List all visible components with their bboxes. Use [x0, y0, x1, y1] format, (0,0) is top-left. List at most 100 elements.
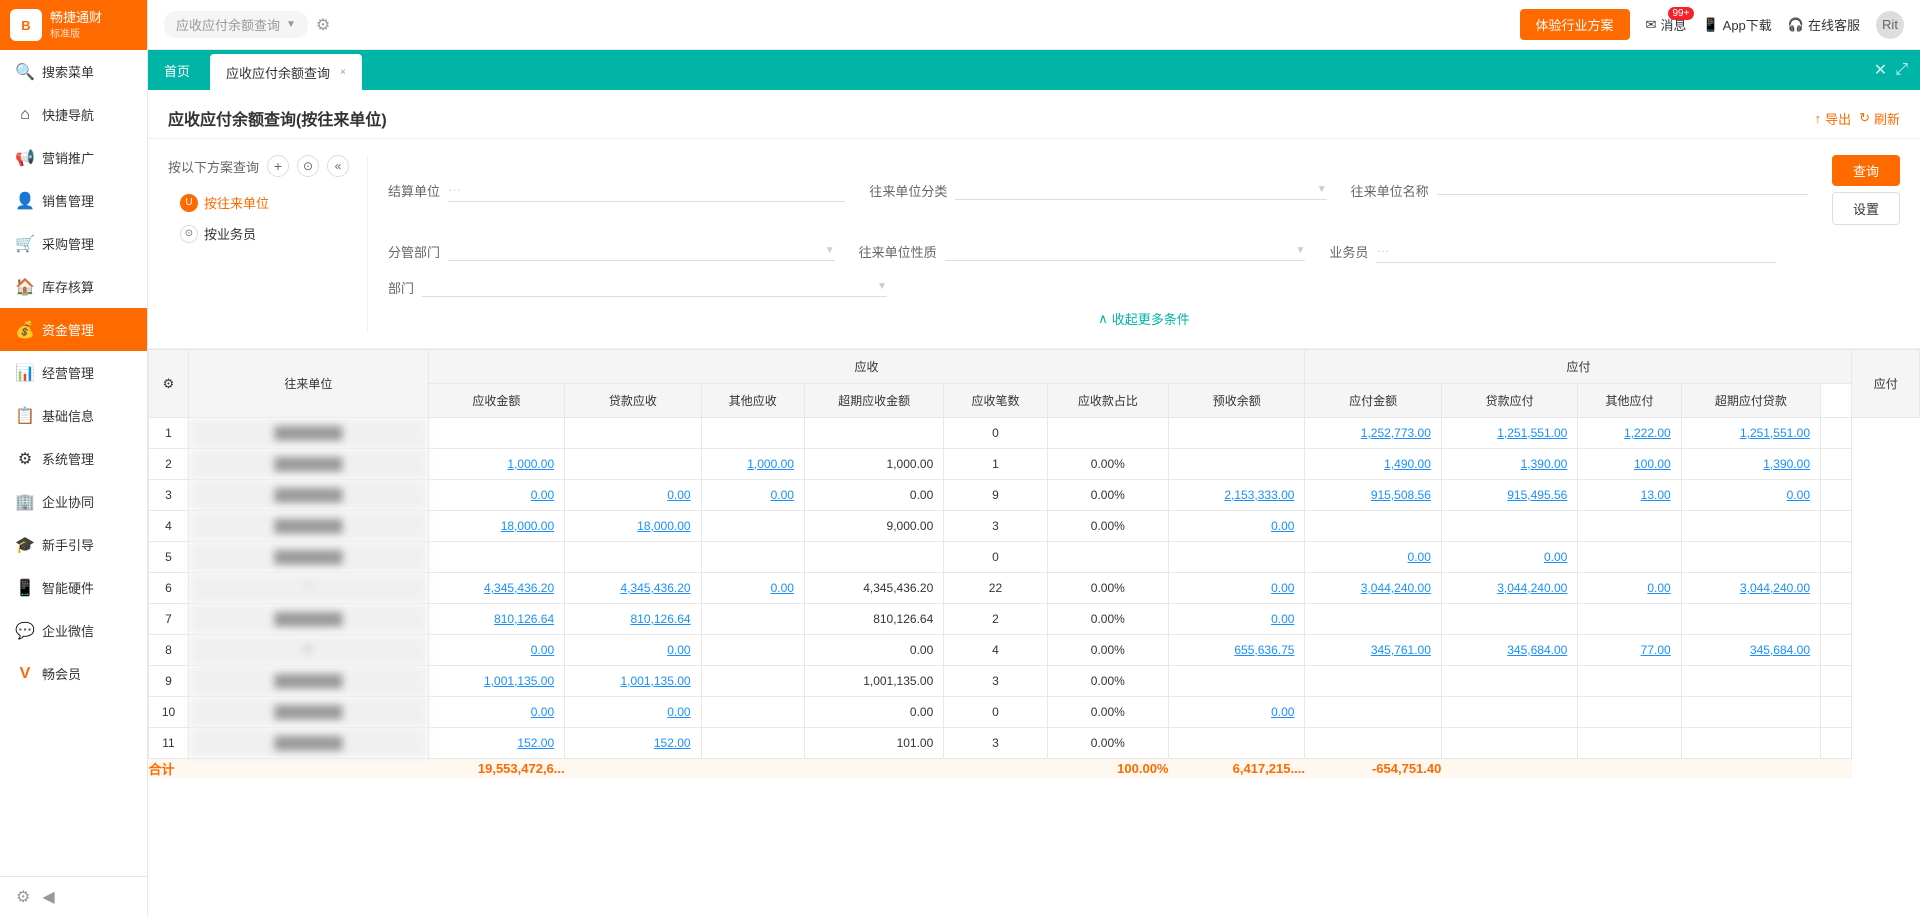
- dept-manager-select[interactable]: ▼: [448, 241, 835, 261]
- sidebar-item-operation[interactable]: 📊 经营管理: [0, 351, 147, 394]
- export-icon: ↑: [1815, 111, 1822, 126]
- message-badge: 99+: [1668, 7, 1695, 20]
- promo-button[interactable]: 体验行业方案: [1520, 9, 1630, 40]
- sidebar-item-guide[interactable]: 🎓 新手引导: [0, 523, 147, 566]
- app-download-button[interactable]: 📱 App下载: [1702, 15, 1771, 34]
- filter-collapse-btn[interactable]: «: [327, 155, 349, 177]
- col-receivable-amount: 应收金额: [428, 384, 564, 418]
- sidebar-label-sales: 销售管理: [42, 191, 94, 210]
- tab-bar: 首页 应收应付余额查询 × ✕ ⤢: [148, 50, 1920, 90]
- scheme-by-employee[interactable]: ⊙ 按业务员: [172, 220, 355, 247]
- sidebar-label-member: 畅会员: [42, 664, 81, 683]
- window-expand-icon[interactable]: ⤢: [1895, 61, 1908, 79]
- filter-add-button[interactable]: +: [267, 155, 289, 177]
- window-close-icon[interactable]: ✕: [1874, 60, 1887, 80]
- filter-settings-btn[interactable]: ⊙: [297, 155, 319, 177]
- tab-home[interactable]: 首页: [148, 50, 206, 90]
- footer-receivable-ratio: 100.00%: [1047, 759, 1168, 779]
- col-settings[interactable]: ⚙: [149, 350, 189, 418]
- message-button[interactable]: ✉ 消息 99+: [1646, 15, 1687, 34]
- service-button[interactable]: 🎧 在线客服: [1788, 15, 1860, 34]
- scheme-unit-icon: U: [180, 194, 198, 212]
- scheme-by-unit[interactable]: U 按往来单位: [172, 189, 355, 216]
- col-advance-balance: 预收余额: [1169, 384, 1305, 418]
- table-footer-row: 合计 19,553,472,6... 100.00% 6,417,215....…: [149, 759, 1920, 779]
- col-overdue-payable: 超期应付贷款: [1681, 384, 1820, 418]
- table-row: 11████████152.00152.00101.0030.00%: [149, 728, 1920, 759]
- col-receivable-count: 应收笔数: [944, 384, 1047, 418]
- sidebar-item-system[interactable]: ⚙ 系统管理: [0, 437, 147, 480]
- sidebar-item-fund[interactable]: 💰 资金管理: [0, 308, 147, 351]
- sidebar-item-inventory[interactable]: 🏠 库存核算: [0, 265, 147, 308]
- sidebar-item-sales[interactable]: 👤 销售管理: [0, 179, 147, 222]
- settings-action-button[interactable]: 设置: [1832, 192, 1900, 225]
- refresh-icon: ↻: [1859, 110, 1870, 126]
- header-actions: ✉ 消息 99+ 📱 App下载 🎧 在线客服 Rit: [1646, 11, 1904, 39]
- col-payable-amount: 应付金额: [1305, 384, 1441, 418]
- table-row: 4████████18,000.0018,000.009,000.0030.00…: [149, 511, 1920, 542]
- refresh-button[interactable]: ↻ 刷新: [1859, 109, 1900, 128]
- fund-icon: 💰: [16, 321, 34, 339]
- operation-icon: 📊: [16, 364, 34, 382]
- main-area: 应收应付余额查询 ▼ ⚙ 体验行业方案 ✉ 消息 99+ 📱 App下载 🎧 在…: [148, 0, 1920, 917]
- purchase-icon: 🛒: [16, 235, 34, 253]
- col-overdue-receivable: 超期应收金额: [804, 384, 943, 418]
- sidebar-label-fund: 资金管理: [42, 320, 94, 339]
- unit-nature-select[interactable]: ▼: [945, 241, 1306, 261]
- col-other-payable: 其他应付: [1578, 384, 1681, 418]
- app-label: App下载: [1723, 15, 1772, 34]
- query-button[interactable]: 查询: [1832, 155, 1900, 186]
- breadcrumb: 应收应付余额查询 ▼: [164, 11, 308, 38]
- avatar: Rit: [1876, 11, 1904, 39]
- settings-bottom-icon[interactable]: ⚙: [16, 887, 30, 907]
- sidebar-item-search[interactable]: 🔍 搜索菜单: [0, 50, 147, 93]
- sidebar-item-wechat[interactable]: 💬 企业微信: [0, 609, 147, 652]
- message-icon: ✉: [1646, 17, 1657, 33]
- page-header: 应收应付余额查询(按往来单位) ↑ 导出 ↻ 刷新: [148, 90, 1920, 139]
- settlement-unit-input[interactable]: ···: [448, 178, 845, 202]
- sidebar-item-basic[interactable]: 📋 基础信息: [0, 394, 147, 437]
- col-loan-receivable: 贷款应收: [565, 384, 701, 418]
- user-profile[interactable]: Rit: [1876, 11, 1904, 39]
- unit-category-label: 往来单位分类: [869, 181, 947, 200]
- salesperson-input[interactable]: ···: [1376, 239, 1776, 263]
- unit-nature-label: 往来单位性质: [859, 242, 937, 261]
- unit-category-select[interactable]: ▼: [955, 180, 1326, 200]
- logo-sub: 标准版: [50, 25, 102, 40]
- sales-icon: 👤: [16, 192, 34, 210]
- dept-manager-arrow-icon: ▼: [825, 245, 835, 256]
- sidebar-label-hardware: 智能硬件: [42, 578, 94, 597]
- sidebar-label-operation: 经营管理: [42, 363, 94, 382]
- tab-ar-ap-label: 应收应付余额查询: [226, 63, 330, 82]
- app-icon: 📱: [1702, 17, 1718, 33]
- sidebar-item-hardware[interactable]: 📱 智能硬件: [0, 566, 147, 609]
- sidebar-item-nav[interactable]: ⌂ 快捷导航: [0, 93, 147, 136]
- header-settings-icon[interactable]: ⚙: [316, 15, 330, 35]
- col-loan-payable: 贷款应付: [1441, 384, 1577, 418]
- service-label: 在线客服: [1808, 15, 1860, 34]
- tab-ar-ap[interactable]: 应收应付余额查询 ×: [210, 54, 362, 90]
- sidebar-item-collab[interactable]: 🏢 企业协同: [0, 480, 147, 523]
- table-settings-icon[interactable]: ⚙: [163, 376, 175, 391]
- breadcrumb-area: 应收应付余额查询 ▼ ⚙: [164, 11, 1504, 38]
- sidebar-bottom: ⚙ ◀: [0, 876, 147, 917]
- sidebar-item-member[interactable]: V 畅会员: [0, 652, 147, 695]
- page-container: 应收应付余额查询(按往来单位) ↑ 导出 ↻ 刷新: [148, 90, 1920, 917]
- footer-payable-amount: -654,751.40: [1305, 759, 1441, 779]
- export-button[interactable]: ↑ 导出: [1815, 109, 1852, 128]
- unit-name-input[interactable]: [1437, 186, 1808, 195]
- table-row: 1████████01,252,773.001,251,551.001,222.…: [149, 418, 1920, 449]
- footer-label: 合计: [149, 759, 429, 779]
- logo-name: 畅捷通财: [50, 10, 102, 26]
- sidebar-item-purchase[interactable]: 🛒 采购管理: [0, 222, 147, 265]
- scheme-unit-label: 按往来单位: [204, 193, 269, 212]
- marketing-icon: 📢: [16, 149, 34, 167]
- col-payable-group: 应付: [1305, 350, 1852, 384]
- table-row: 7████████810,126.64810,126.64810,126.642…: [149, 604, 1920, 635]
- department-select[interactable]: ▼: [422, 277, 887, 297]
- search-icon: 🔍: [16, 63, 34, 81]
- sidebar-item-marketing[interactable]: 📢 营销推广: [0, 136, 147, 179]
- collapse-more-button[interactable]: ∧ 收起更多条件: [388, 305, 1900, 332]
- tab-close-icon[interactable]: ×: [340, 67, 346, 78]
- collapse-sidebar-icon[interactable]: ◀: [42, 887, 54, 907]
